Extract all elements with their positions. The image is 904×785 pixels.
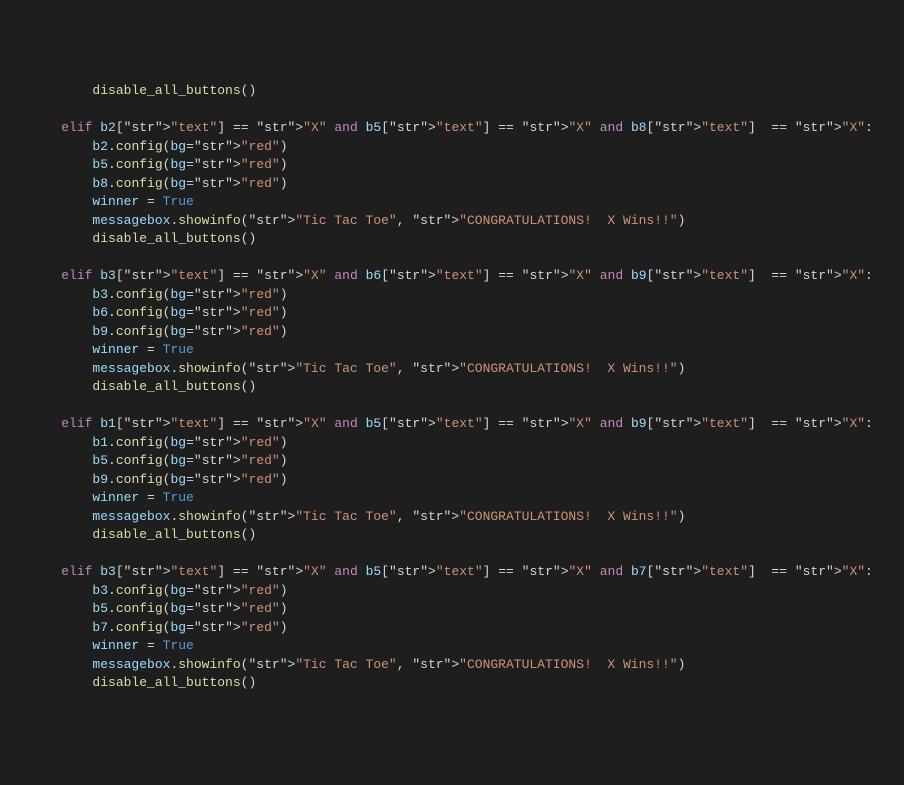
code-line: disable_all_buttons(): [30, 82, 904, 101]
code-line: disable_all_buttons(): [30, 674, 904, 693]
code-line: winner = True: [30, 489, 904, 508]
code-line: b9.config(bg="str">"red"): [30, 471, 904, 490]
code-line: messagebox.showinfo("str">"Tic Tac Toe",…: [30, 508, 904, 527]
code-line: elif b1["str">"text"] == "str">"X" and b…: [30, 415, 904, 434]
code-line: b5.config(bg="str">"red"): [30, 600, 904, 619]
code-line: winner = True: [30, 341, 904, 360]
code-line: disable_all_buttons(): [30, 378, 904, 397]
code-line: elif b3["str">"text"] == "str">"X" and b…: [30, 267, 904, 286]
code-line: disable_all_buttons(): [30, 230, 904, 249]
code-editor[interactable]: disable_all_buttons() elif b2["str">"tex…: [0, 82, 904, 693]
code-line: messagebox.showinfo("str">"Tic Tac Toe",…: [30, 360, 904, 379]
code-line: [30, 545, 904, 564]
code-line: elif b3["str">"text"] == "str">"X" and b…: [30, 563, 904, 582]
code-line: elif b2["str">"text"] == "str">"X" and b…: [30, 119, 904, 138]
code-line: b3.config(bg="str">"red"): [30, 582, 904, 601]
code-line: b7.config(bg="str">"red"): [30, 619, 904, 638]
code-line: winner = True: [30, 193, 904, 212]
code-line: [30, 101, 904, 120]
code-line: b6.config(bg="str">"red"): [30, 304, 904, 323]
code-line: messagebox.showinfo("str">"Tic Tac Toe",…: [30, 212, 904, 231]
code-line: b1.config(bg="str">"red"): [30, 434, 904, 453]
code-line: [30, 249, 904, 268]
code-line: winner = True: [30, 637, 904, 656]
code-line: b5.config(bg="str">"red"): [30, 156, 904, 175]
code-line: b9.config(bg="str">"red"): [30, 323, 904, 342]
code-line: b5.config(bg="str">"red"): [30, 452, 904, 471]
code-line: [30, 397, 904, 416]
code-line: b2.config(bg="str">"red"): [30, 138, 904, 157]
code-line: b8.config(bg="str">"red"): [30, 175, 904, 194]
code-line: disable_all_buttons(): [30, 526, 904, 545]
code-line: messagebox.showinfo("str">"Tic Tac Toe",…: [30, 656, 904, 675]
code-line: b3.config(bg="str">"red"): [30, 286, 904, 305]
